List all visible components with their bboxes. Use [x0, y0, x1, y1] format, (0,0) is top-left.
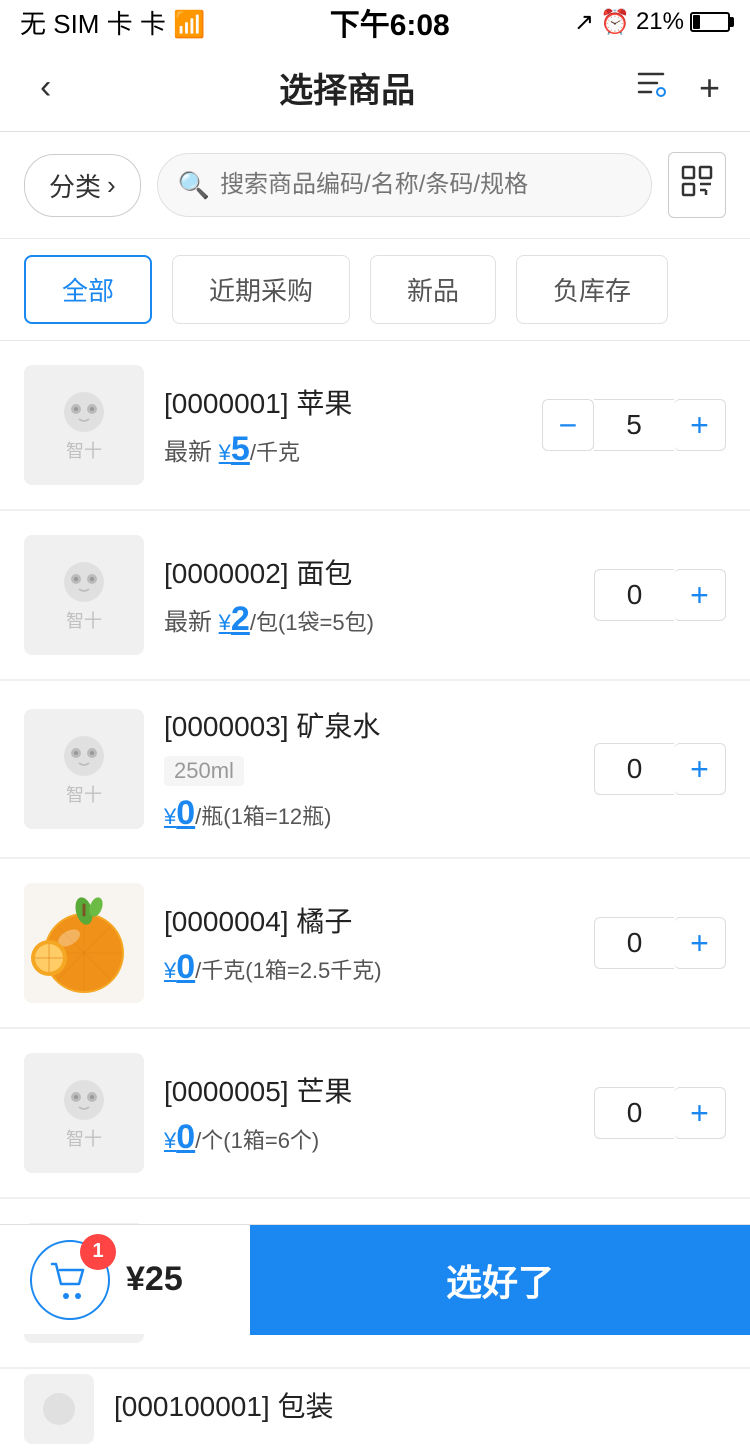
product-thumbnail: 智十 — [24, 1053, 144, 1173]
cart-badge: 1 — [80, 1234, 116, 1270]
product-price: 最新 ¥5/千克 — [164, 430, 522, 469]
battery-info: ↗ ⏰ 21% — [574, 8, 730, 37]
nav-actions: + — [633, 65, 720, 110]
carrier-info: 无 SIM 卡 卡 📶 — [20, 4, 206, 41]
product-info: [0000001] 苹果 最新 ¥5/千克 — [164, 382, 522, 469]
product-thumbnail — [24, 883, 144, 1003]
quantity-input[interactable] — [594, 569, 674, 621]
quantity-control: + — [594, 1087, 726, 1139]
product-thumbnail: 智十 — [24, 365, 144, 485]
tab-recent[interactable]: 近期采购 — [172, 255, 350, 324]
location-icon: ↗ — [574, 8, 594, 37]
cart-area: 1 ¥25 — [0, 1240, 250, 1320]
tab-new[interactable]: 新品 — [370, 255, 496, 324]
tab-bar: 全部 近期采购 新品 负库存 — [0, 239, 750, 341]
list-item: [0000004] 橘子 ¥0/千克(1箱=2.5千克) + — [0, 859, 750, 1027]
quantity-input[interactable] — [594, 1087, 674, 1139]
product-name: [0000001] 苹果 — [164, 382, 522, 422]
filter-icon[interactable] — [633, 65, 669, 110]
tab-all[interactable]: 全部 — [24, 255, 152, 324]
chevron-right-icon: › — [107, 170, 116, 201]
list-item: 智十 [0000001] 苹果 最新 ¥5/千克 − + — [0, 341, 750, 509]
quantity-control: − + — [542, 399, 726, 451]
confirm-button[interactable]: 选好了 — [250, 1225, 750, 1335]
quantity-input[interactable] — [594, 399, 674, 451]
add-button[interactable]: + — [699, 67, 720, 109]
quantity-increase-button[interactable]: + — [674, 399, 726, 451]
cart-total: ¥25 — [126, 1260, 183, 1299]
quantity-control: + — [594, 917, 726, 969]
nav-bar: ‹ 选择商品 + — [0, 44, 750, 132]
search-input[interactable] — [220, 171, 631, 199]
page-title: 选择商品 — [279, 63, 415, 112]
product-spec: 250ml — [164, 756, 244, 786]
quantity-increase-button[interactable]: + — [674, 1087, 726, 1139]
filter-bar: 分类 › 🔍 — [0, 132, 750, 239]
list-item: 智十 [0000003] 矿泉水 250ml ¥0/瓶(1箱=12瓶) + — [0, 681, 750, 857]
quantity-decrease-button[interactable]: − — [542, 399, 594, 451]
quantity-input[interactable] — [594, 917, 674, 969]
product-info: [000100001] 包装 — [114, 1385, 726, 1433]
bottom-bar: 1 ¥25 选好了 — [0, 1224, 750, 1334]
list-item: [000100001] 包装 — [0, 1369, 750, 1449]
quantity-increase-button[interactable]: + — [674, 743, 726, 795]
search-box: 🔍 — [157, 153, 652, 217]
category-button[interactable]: 分类 › — [24, 154, 141, 217]
quantity-control: + — [594, 569, 726, 621]
list-item: 智十 [0000005] 芒果 ¥0/个(1箱=6个) + — [0, 1029, 750, 1197]
quantity-input[interactable] — [594, 743, 674, 795]
product-name: [0000002] 面包 — [164, 552, 574, 592]
product-thumbnail: 智十 — [24, 535, 144, 655]
product-info: [0000003] 矿泉水 250ml ¥0/瓶(1箱=12瓶) — [164, 705, 574, 833]
product-name: [0000004] 橘子 — [164, 900, 574, 940]
cart-icon[interactable]: 1 — [30, 1240, 110, 1320]
product-thumbnail: 智十 — [24, 709, 144, 829]
wifi-icon: 📶 — [173, 9, 205, 39]
product-price: ¥0/个(1箱=6个) — [164, 1118, 574, 1157]
product-info: [0000005] 芒果 ¥0/个(1箱=6个) — [164, 1070, 574, 1157]
quantity-increase-button[interactable]: + — [674, 569, 726, 621]
search-icon: 🔍 — [178, 170, 210, 201]
product-price: ¥0/瓶(1箱=12瓶) — [164, 794, 574, 833]
product-name: [0000003] 矿泉水 — [164, 705, 574, 745]
product-thumbnail — [24, 1374, 94, 1444]
battery-icon — [690, 12, 730, 32]
status-bar: 无 SIM 卡 卡 📶 下午6:08 ↗ ⏰ 21% — [0, 0, 750, 44]
status-time: 下午6:08 — [330, 0, 450, 44]
quantity-increase-button[interactable]: + — [674, 917, 726, 969]
product-info: [0000002] 面包 最新 ¥2/包(1袋=5包) — [164, 552, 574, 639]
alarm-icon: ⏰ — [600, 8, 630, 37]
list-item: 智十 [0000002] 面包 最新 ¥2/包(1袋=5包) + — [0, 511, 750, 679]
product-price: 最新 ¥2/包(1袋=5包) — [164, 600, 574, 639]
scan-button[interactable] — [668, 152, 726, 218]
product-price: ¥0/千克(1箱=2.5千克) — [164, 948, 574, 987]
quantity-control: + — [594, 743, 726, 795]
product-name: [000100001] 包装 — [114, 1385, 726, 1425]
tab-negative[interactable]: 负库存 — [516, 255, 668, 324]
product-name: [0000005] 芒果 — [164, 1070, 574, 1110]
product-info: [0000004] 橘子 ¥0/千克(1箱=2.5千克) — [164, 900, 574, 987]
back-button[interactable]: ‹ — [30, 58, 61, 117]
